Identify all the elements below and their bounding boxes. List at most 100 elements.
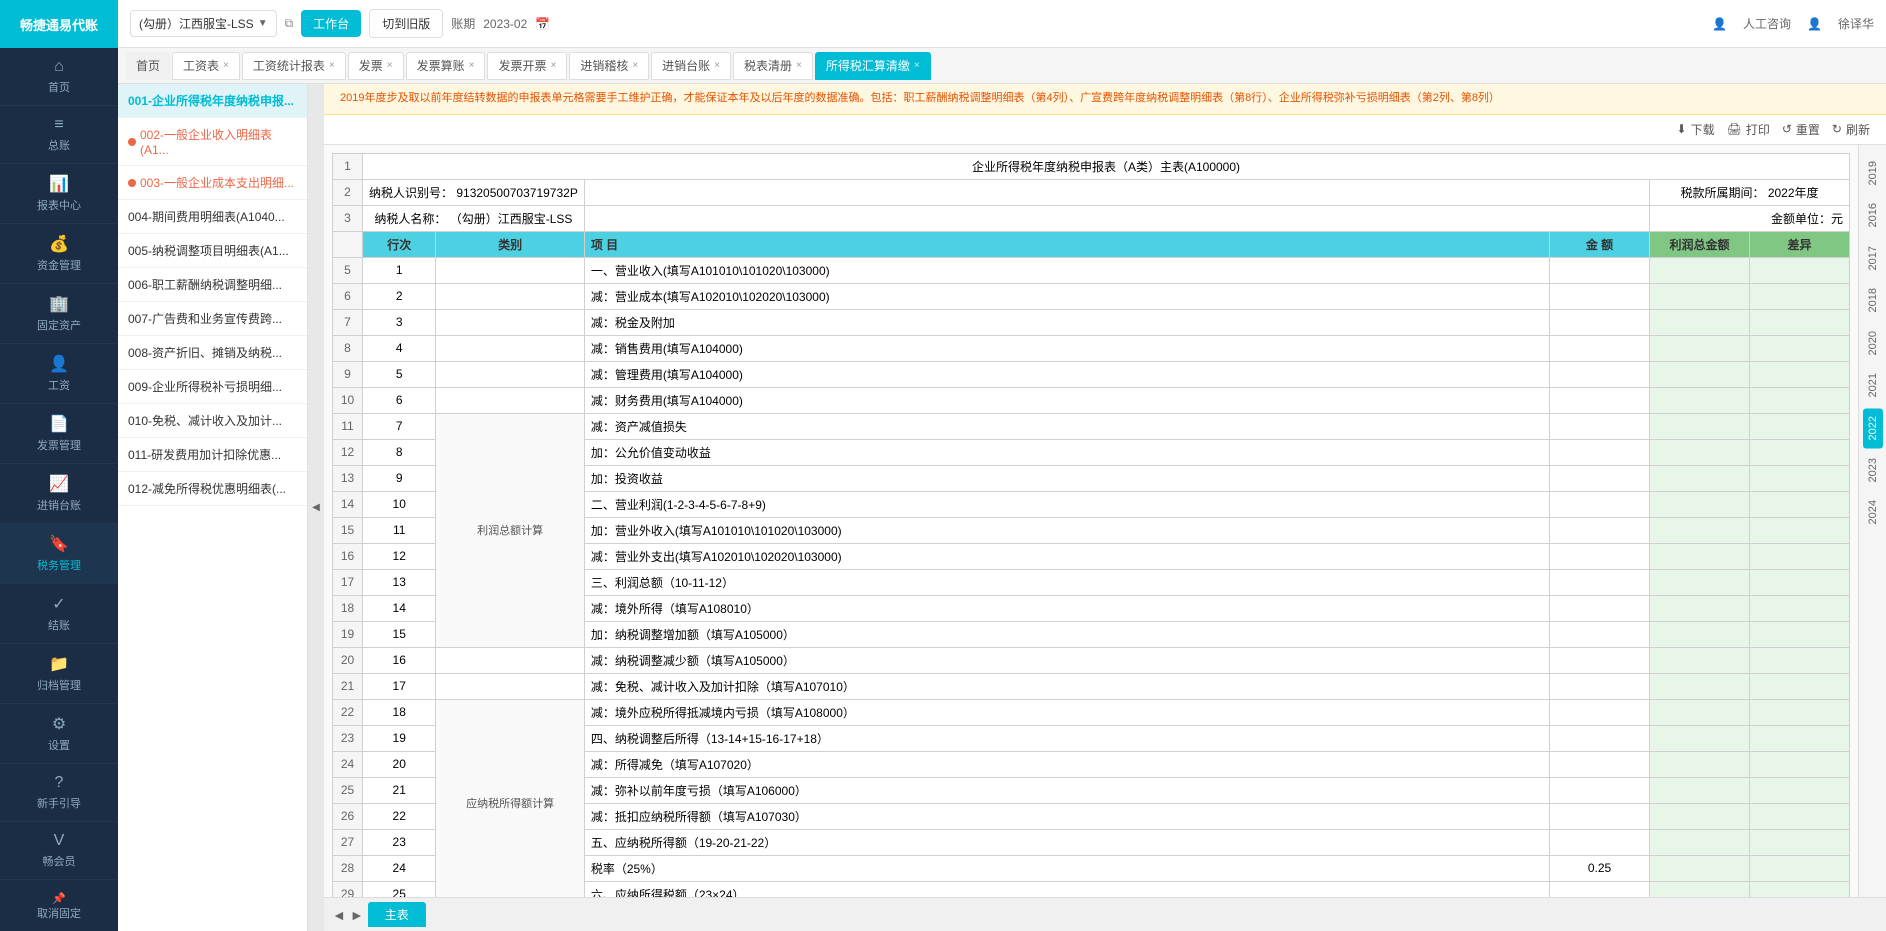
cell-d-20[interactable] [1550,647,1650,673]
tab-close-invoice[interactable]: × [387,60,393,71]
sidebar-item-settlement[interactable]: ✓ 结账 [0,584,118,644]
cell-d-12[interactable] [1550,439,1650,465]
year-2019[interactable]: 2019 [1863,153,1883,193]
tab-close-payroll-stats[interactable]: × [329,60,335,71]
left-panel-item-008[interactable]: 008-资产折旧、摊销及纳税... [118,336,307,370]
cell-e-22[interactable] [1650,699,1750,725]
cell-c-8[interactable]: 减：销售费用(填写A104000) [584,335,1549,361]
sheet-nav-right[interactable]: ► [350,907,364,923]
cell-e-10[interactable] [1650,387,1750,413]
tab-payroll[interactable]: 工资表 × [172,52,240,80]
left-panel-item-001[interactable]: 001-企业所得税年度纳税申报... [118,84,307,118]
cell-e-23[interactable] [1650,725,1750,751]
cell-e-14[interactable] [1650,491,1750,517]
cell-b-20[interactable] [436,647,584,673]
cell-a-27[interactable]: 23 [363,829,436,855]
cell-f-9[interactable] [1750,361,1850,387]
cell-a-11[interactable]: 7 [363,413,436,439]
cell-e-20[interactable] [1650,647,1750,673]
cell-e-27[interactable] [1650,829,1750,855]
left-panel-item-003[interactable]: 003-一般企业成本支出明细... [118,166,307,200]
cell-f-10[interactable] [1750,387,1850,413]
sidebar-item-fixed-assets[interactable]: 🏢 固定资产 [0,284,118,344]
collapse-toggle[interactable]: ◀ [308,84,324,931]
cell-b-10[interactable] [436,387,584,413]
cell-d-24[interactable] [1550,751,1650,777]
cell-d-15[interactable] [1550,517,1650,543]
cell-a-13[interactable]: 9 [363,465,436,491]
cell-a-25[interactable]: 21 [363,777,436,803]
sidebar-item-guide[interactable]: ? 新手引导 [0,764,118,822]
cell-c-27[interactable]: 五、应纳税所得额（19-20-21-22） [584,829,1549,855]
cell-d-16[interactable] [1550,543,1650,569]
reset-button[interactable]: ↺ 重置 [1782,121,1820,138]
cell-b-9[interactable] [436,361,584,387]
tab-sales-ledger[interactable]: 进销台账 × [651,52,731,80]
year-2018[interactable]: 2018 [1863,280,1883,320]
cell-a-19[interactable]: 15 [363,621,436,647]
cell-c-26[interactable]: 减：抵扣应纳税所得额（填写A107030） [584,803,1549,829]
cell-a-8[interactable]: 4 [363,335,436,361]
cell-d-11[interactable] [1550,413,1650,439]
cell-f-20[interactable] [1750,647,1850,673]
cell-e-6[interactable] [1650,283,1750,309]
tab-invoice-open[interactable]: 发票开票 × [487,52,567,80]
tab-invoice[interactable]: 发票 × [348,52,404,80]
cell-e-15[interactable] [1650,517,1750,543]
cell-d-27[interactable] [1550,829,1650,855]
left-panel-item-004[interactable]: 004-期间费用明细表(A1040... [118,200,307,234]
sidebar-item-tax-mgmt[interactable]: 🔖 税务管理 [0,524,118,584]
cell-a-12[interactable]: 8 [363,439,436,465]
cell-d-29[interactable] [1550,881,1650,897]
tab-sales-check[interactable]: 进销稽核 × [569,52,649,80]
cell-a-21[interactable]: 17 [363,673,436,699]
cell-e-12[interactable] [1650,439,1750,465]
tab-close-invoice-open[interactable]: × [550,60,556,71]
cell-c-22[interactable]: 减：境外应税所得抵减境内亏损（填写A108000） [584,699,1549,725]
cell-e-25[interactable] [1650,777,1750,803]
year-2023[interactable]: 2023 [1863,450,1883,490]
cell-a-16[interactable]: 12 [363,543,436,569]
cell-a-15[interactable]: 11 [363,517,436,543]
cell-f-22[interactable] [1750,699,1850,725]
cell-f-5[interactable] [1750,257,1850,283]
cell-f-16[interactable] [1750,543,1850,569]
tab-payroll-stats[interactable]: 工资统计报表 × [242,52,346,80]
cell-a-28[interactable]: 24 [363,855,436,881]
cell-c-13[interactable]: 加：投资收益 [584,465,1549,491]
sidebar-item-invoice-mgmt[interactable]: 📄 发票管理 [0,404,118,464]
support-label[interactable]: 人工咨询 [1743,15,1791,32]
cell-e-19[interactable] [1650,621,1750,647]
cell-d-5[interactable] [1550,257,1650,283]
tab-tax-clear[interactable]: 税表清册 × [733,52,813,80]
cell-e-5[interactable] [1650,257,1750,283]
refresh-button[interactable]: ↻ 刷新 [1832,121,1870,138]
work-desk-button[interactable]: 工作台 [301,10,361,37]
cell-e-9[interactable] [1650,361,1750,387]
cell-f-28[interactable] [1750,855,1850,881]
cell-d-21[interactable] [1550,673,1650,699]
cell-f-26[interactable] [1750,803,1850,829]
cell-c-17[interactable]: 三、利润总额（10-11-12） [584,569,1549,595]
sidebar-item-report-center[interactable]: 📊 报表中心 [0,164,118,224]
cell-c-14[interactable]: 二、营业利润(1-2-3-4-5-6-7-8+9) [584,491,1549,517]
left-panel-item-002[interactable]: 002-一般企业收入明细表(A1... [118,118,307,166]
cell-a-26[interactable]: 22 [363,803,436,829]
sidebar-item-fund-mgmt[interactable]: 💰 资金管理 [0,224,118,284]
left-panel-item-007[interactable]: 007-广告费和业务宣传费跨... [118,302,307,336]
cell-b-5[interactable] [436,257,584,283]
cell-a-22[interactable]: 18 [363,699,436,725]
cell-c-12[interactable]: 加：公允价值变动收益 [584,439,1549,465]
cell-f-24[interactable] [1750,751,1850,777]
cell-c-20[interactable]: 减：纳税调整减少额（填写A105000） [584,647,1549,673]
cell-a-6[interactable]: 2 [363,283,436,309]
cell-f-6[interactable] [1750,283,1850,309]
cell-c-18[interactable]: 减：境外所得（填写A108010） [584,595,1549,621]
cell-f-8[interactable] [1750,335,1850,361]
cell-f-29[interactable] [1750,881,1850,897]
cell-e-21[interactable] [1650,673,1750,699]
print-button[interactable]: 🖨 打印 [1727,121,1770,138]
cell-c-9[interactable]: 减：管理费用(填写A104000) [584,361,1549,387]
cell-f-25[interactable] [1750,777,1850,803]
cell-e-13[interactable] [1650,465,1750,491]
